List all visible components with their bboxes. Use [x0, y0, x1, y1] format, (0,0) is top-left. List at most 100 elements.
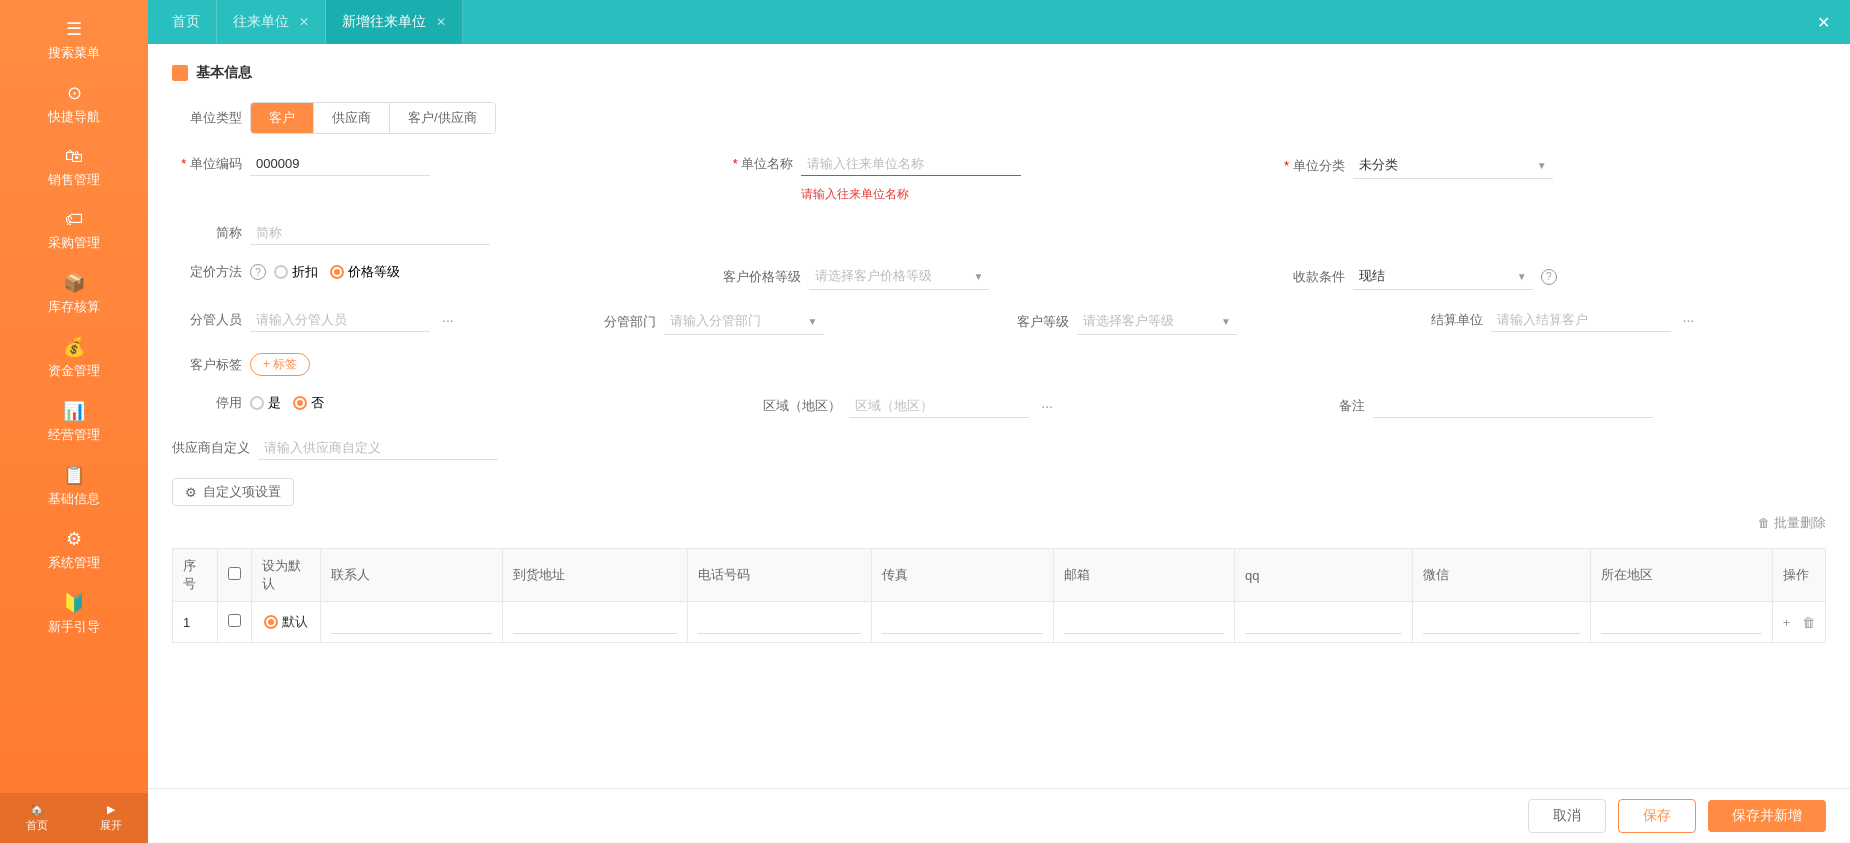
row-email[interactable] — [1053, 602, 1234, 643]
row-fax[interactable] — [872, 602, 1053, 643]
sidebar-item-quicknav[interactable]: ⊙ 快捷导航 — [0, 72, 148, 136]
select-all-checkbox[interactable] — [228, 567, 241, 580]
delete-row-icon[interactable]: 🗑 — [1802, 615, 1815, 630]
unit-category-dropdown[interactable]: 未分类 ▼ — [1353, 152, 1553, 179]
row-default-radio[interactable]: 默认 — [262, 613, 311, 631]
region-input[interactable] — [849, 394, 1029, 418]
unit-type-supplier-btn[interactable]: 供应商 — [314, 103, 390, 133]
customer-tag-row: 客户标签 + 标签 — [172, 353, 1826, 376]
col-ops: 操作 — [1772, 549, 1825, 602]
supplier-custom-input[interactable] — [258, 436, 498, 460]
customer-price-level-dropdown[interactable]: 请选择客户价格等级 ▼ — [809, 263, 989, 290]
add-row-icon[interactable]: + — [1783, 615, 1791, 630]
row-default-cell: 默认 — [251, 602, 321, 643]
payment-terms-dropdown[interactable]: 现结 ▼ — [1353, 263, 1533, 290]
row-address[interactable] — [502, 602, 687, 643]
row-default-label: 默认 — [282, 613, 308, 631]
sidebar-item-basic[interactable]: 📋 基础信息 — [0, 454, 148, 518]
save-button[interactable]: 保存 — [1618, 799, 1696, 833]
tab-partners-close[interactable]: ✕ — [299, 15, 309, 29]
unit-category-label: 单位分类 — [1275, 157, 1345, 175]
sidebar-item-system[interactable]: ⚙ 系统管理 — [0, 518, 148, 582]
sidebar-item-finance-label: 资金管理 — [48, 362, 100, 380]
short-name-field: 简称 — [172, 221, 1826, 245]
settlement-more-btn[interactable]: ··· — [1679, 312, 1699, 328]
customer-level-placeholder: 请选择客户等级 — [1083, 312, 1217, 330]
batch-delete-label[interactable]: 批量删除 — [1774, 514, 1826, 532]
cancel-button[interactable]: 取消 — [1528, 799, 1606, 833]
row-qq[interactable] — [1235, 602, 1413, 643]
sidebar-bottom-expand[interactable]: ▶ 展开 — [74, 793, 148, 843]
sidebar-item-inventory[interactable]: 📦 库存核算 — [0, 262, 148, 326]
sidebar-item-inventory-label: 库存核算 — [48, 298, 100, 316]
sidebar-item-basic-label: 基础信息 — [48, 490, 100, 508]
sidebar-item-search[interactable]: ☰ 搜索菜单 — [0, 8, 148, 72]
sidebar-bottom-home[interactable]: 🏠 首页 — [0, 793, 74, 843]
save-add-button[interactable]: 保存并新增 — [1708, 800, 1826, 832]
pricing-radio-discount[interactable]: 折扣 — [274, 263, 318, 281]
row-wechat[interactable] — [1413, 602, 1591, 643]
tab-home[interactable]: 首页 — [156, 0, 217, 44]
disabled-radio-no[interactable]: 否 — [293, 394, 324, 412]
supplier-custom-label: 供应商自定义 — [172, 439, 250, 457]
department-dropdown[interactable]: 请输入分管部门 ▼ — [664, 308, 824, 335]
short-name-input[interactable] — [250, 221, 490, 245]
pricing-radio-group: 折扣 价格等级 — [274, 263, 400, 281]
add-tag-button[interactable]: + 标签 — [250, 353, 310, 376]
col-qq: qq — [1235, 549, 1413, 602]
col-default: 设为默认 — [251, 549, 321, 602]
department-field: 分管部门 请输入分管部门 ▼ — [586, 308, 1000, 335]
unit-type-customer-btn[interactable]: 客户 — [251, 103, 314, 133]
chevron-down-icon3: ▼ — [1517, 271, 1527, 282]
disabled-radio-yes[interactable]: 是 — [250, 394, 281, 412]
unit-code-field: 单位编码 — [172, 152, 723, 176]
sidebar-item-finance[interactable]: 💰 资金管理 — [0, 326, 148, 390]
content-area: 基本信息 单位类型 客户 供应商 客户/供应商 单位编码 单位名称 — [148, 44, 1850, 788]
disabled-radio-group: 是 否 — [250, 394, 324, 412]
sidebar-item-purchase-label: 采购管理 — [48, 234, 100, 252]
finance-icon: 💰 — [63, 336, 85, 358]
disabled-label: 停用 — [172, 394, 242, 412]
col-address: 到货地址 — [502, 549, 687, 602]
custom-settings-button[interactable]: ⚙ 自定义项设置 — [172, 478, 294, 506]
row-checkbox[interactable] — [228, 614, 241, 627]
manager-input[interactable] — [250, 308, 430, 332]
tab-new-partner[interactable]: 新增往来单位 ✕ — [326, 0, 463, 44]
sidebar-item-purchase[interactable]: 🏷 采购管理 — [0, 199, 148, 262]
settlement-unit-field: 结算单位 ··· — [1413, 308, 1827, 332]
home-icon: 🏠 — [30, 803, 44, 816]
tab-partners-label: 往来单位 — [233, 13, 289, 31]
col-phone: 电话号码 — [687, 549, 872, 602]
unit-category-field: 单位分类 未分类 ▼ — [1275, 152, 1826, 179]
footer: 取消 保存 保存并新增 — [148, 788, 1850, 843]
customer-level-dropdown[interactable]: 请选择客户等级 ▼ — [1077, 308, 1237, 335]
unit-name-input[interactable] — [801, 152, 1021, 176]
table-header-row: 序号 设为默认 联系人 到货地址 电话号码 传真 邮箱 qq 微信 所在地区 操… — [173, 549, 1826, 602]
row-phone[interactable] — [687, 602, 872, 643]
pricing-radio-price-level[interactable]: 价格等级 — [330, 263, 400, 281]
manager-more-btn[interactable]: ··· — [438, 312, 458, 328]
window-close-button[interactable]: ✕ — [1805, 13, 1842, 32]
sidebar-item-operations[interactable]: 📊 经营管理 — [0, 390, 148, 454]
pricing-row: 定价方法 ? 折扣 价格等级 客户价格等级 请选择客户价格等级 — [172, 263, 1826, 290]
unit-name-label: 单位名称 — [723, 155, 793, 173]
unit-type-both-btn[interactable]: 客户/供应商 — [390, 103, 495, 133]
tab-new-partner-close[interactable]: ✕ — [436, 15, 446, 29]
unit-code-input[interactable] — [250, 152, 430, 176]
pricing-help-icon[interactable]: ? — [250, 264, 266, 280]
row-contact[interactable] — [321, 602, 502, 643]
payment-help-icon[interactable]: ? — [1541, 269, 1557, 285]
sidebar-item-sales[interactable]: 🛍 销售管理 — [0, 136, 148, 199]
row-region[interactable] — [1591, 602, 1772, 643]
settlement-unit-input[interactable] — [1491, 308, 1671, 332]
unit-name-error: 请输入往来单位名称 — [801, 186, 909, 203]
remarks-input[interactable] — [1373, 394, 1653, 418]
system-icon: ⚙ — [66, 528, 82, 550]
section-header: 基本信息 — [172, 64, 1826, 82]
region-more-btn[interactable]: ··· — [1037, 398, 1057, 414]
sidebar-item-guide[interactable]: 🔰 新手引导 — [0, 582, 148, 646]
inventory-icon: 📦 — [63, 272, 85, 294]
customer-tag-field: 客户标签 + 标签 — [172, 353, 1826, 376]
tab-partners[interactable]: 往来单位 ✕ — [217, 0, 326, 44]
customer-level-field: 客户等级 请选择客户等级 ▼ — [999, 308, 1413, 335]
